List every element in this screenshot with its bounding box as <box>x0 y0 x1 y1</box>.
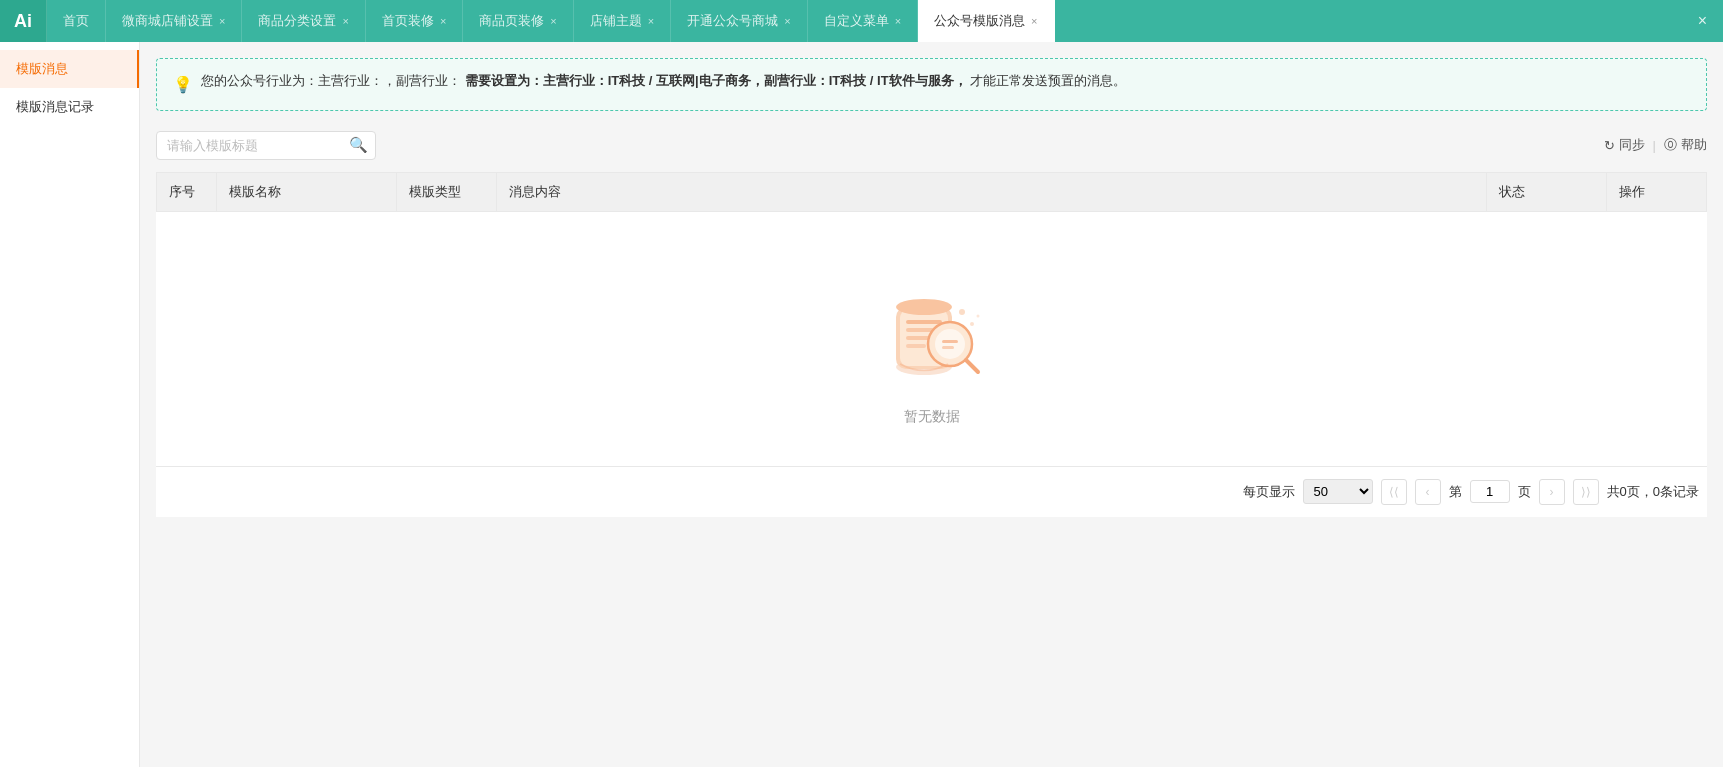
tab-close-product-category[interactable]: × <box>342 15 348 27</box>
tab-bar: Ai 首页 微商城店铺设置 × 商品分类设置 × 首页装修 × 商品页装修 × … <box>0 0 1723 42</box>
tab-open-mall[interactable]: 开通公众号商城 × <box>671 0 807 42</box>
svg-rect-12 <box>942 346 954 349</box>
sync-button[interactable]: ↻ 同步 <box>1604 136 1645 154</box>
svg-point-13 <box>959 309 965 315</box>
tab-product-decoration[interactable]: 商品页装修 × <box>463 0 573 42</box>
table-body: 暂无数据 <box>157 211 1707 466</box>
search-input[interactable] <box>156 131 376 160</box>
search-input-wrap: 🔍 <box>156 131 376 160</box>
col-header-type: 模版类型 <box>397 172 497 211</box>
sidebar-item-template-msg-log[interactable]: 模版消息记录 <box>0 88 139 126</box>
page-size-select[interactable]: 10 20 50 100 <box>1303 479 1373 504</box>
search-button[interactable]: 🔍 <box>349 136 368 154</box>
sync-icon: ↻ <box>1604 138 1615 153</box>
toolbar-divider: | <box>1653 138 1656 153</box>
tab-product-category[interactable]: 商品分类设置 × <box>242 0 365 42</box>
svg-rect-5 <box>906 328 934 332</box>
col-header-index: 序号 <box>157 172 217 211</box>
tab-close-open-mall[interactable]: × <box>784 15 790 27</box>
svg-rect-7 <box>906 344 926 348</box>
pagination: 每页显示 10 20 50 100 ⟨⟨ ‹ 第 页 › ⟩⟩ 共0页，0条记录 <box>156 466 1707 517</box>
tab-close-product-decoration[interactable]: × <box>550 15 556 27</box>
svg-point-3 <box>896 299 952 315</box>
sidebar-item-template-msg[interactable]: 模版消息 <box>0 50 139 88</box>
empty-icon <box>872 272 992 392</box>
empty-state: 暂无数据 <box>157 212 1707 466</box>
tab-custom-menu[interactable]: 自定义菜单 × <box>808 0 918 42</box>
page-last-button[interactable]: ⟩⟩ <box>1573 479 1599 505</box>
tab-close-template-message[interactable]: × <box>1031 15 1037 27</box>
tab-wechat-shop[interactable]: 微商城店铺设置 × <box>106 0 242 42</box>
notice-icon: 💡 <box>173 72 193 98</box>
help-button[interactable]: ⓪ 帮助 <box>1664 136 1707 154</box>
page-label: 页 <box>1518 483 1531 501</box>
svg-rect-11 <box>942 340 958 343</box>
svg-point-15 <box>976 314 979 317</box>
svg-point-9 <box>935 329 965 359</box>
empty-illustration <box>872 272 992 392</box>
empty-text: 暂无数据 <box>904 408 960 426</box>
app-logo: Ai <box>0 0 47 42</box>
notice-box: 💡 您的公众号行业为：主营行业：，副营行业： 需要设置为：主营行业：IT科技 /… <box>156 58 1707 111</box>
tab-homepage-decoration[interactable]: 首页装修 × <box>366 0 463 42</box>
toolbar-right: ↻ 同步 | ⓪ 帮助 <box>1604 136 1707 154</box>
page-prev-button[interactable]: ‹ <box>1415 479 1441 505</box>
svg-rect-4 <box>906 320 942 324</box>
tab-close-custom-menu[interactable]: × <box>895 15 901 27</box>
page-size-label: 每页显示 <box>1243 483 1295 501</box>
notice-text: 您的公众号行业为：主营行业：，副营行业： 需要设置为：主营行业：IT科技 / 互… <box>201 71 1126 92</box>
svg-point-14 <box>970 322 974 326</box>
data-table: 序号 模版名称 模版类型 消息内容 状态 操作 <box>156 172 1707 466</box>
tab-close-wechat-shop[interactable]: × <box>219 15 225 27</box>
tab-close-shop-theme[interactable]: × <box>648 15 654 27</box>
col-header-action: 操作 <box>1607 172 1707 211</box>
main-layout: 模版消息 模版消息记录 💡 您的公众号行业为：主营行业：，副营行业： 需要设置为… <box>0 42 1723 767</box>
content-area: 💡 您的公众号行业为：主营行业：，副营行业： 需要设置为：主营行业：IT科技 /… <box>140 42 1723 767</box>
search-bar: 🔍 ↻ 同步 | ⓪ 帮助 <box>156 131 1707 160</box>
page-first-button[interactable]: ⟨⟨ <box>1381 479 1407 505</box>
page-next-button[interactable]: › <box>1539 479 1565 505</box>
tab-shop-theme[interactable]: 店铺主题 × <box>574 0 671 42</box>
svg-line-10 <box>966 360 978 372</box>
tab-home[interactable]: 首页 <box>47 0 106 42</box>
global-close-button[interactable]: × <box>1682 12 1723 30</box>
sidebar: 模版消息 模版消息记录 <box>0 42 140 767</box>
page-di-label: 第 <box>1449 483 1462 501</box>
col-header-status: 状态 <box>1487 172 1607 211</box>
col-header-content: 消息内容 <box>497 172 1487 211</box>
total-text: 共0页，0条记录 <box>1607 483 1699 501</box>
table-header: 序号 模版名称 模版类型 消息内容 状态 操作 <box>157 172 1707 211</box>
table-container: 序号 模版名称 模版类型 消息内容 状态 操作 <box>156 172 1707 466</box>
page-number-input[interactable] <box>1470 480 1510 503</box>
tab-close-homepage-decoration[interactable]: × <box>440 15 446 27</box>
col-header-name: 模版名称 <box>217 172 397 211</box>
help-icon: ⓪ <box>1664 136 1677 154</box>
tab-template-message[interactable]: 公众号模版消息 × <box>918 0 1054 42</box>
